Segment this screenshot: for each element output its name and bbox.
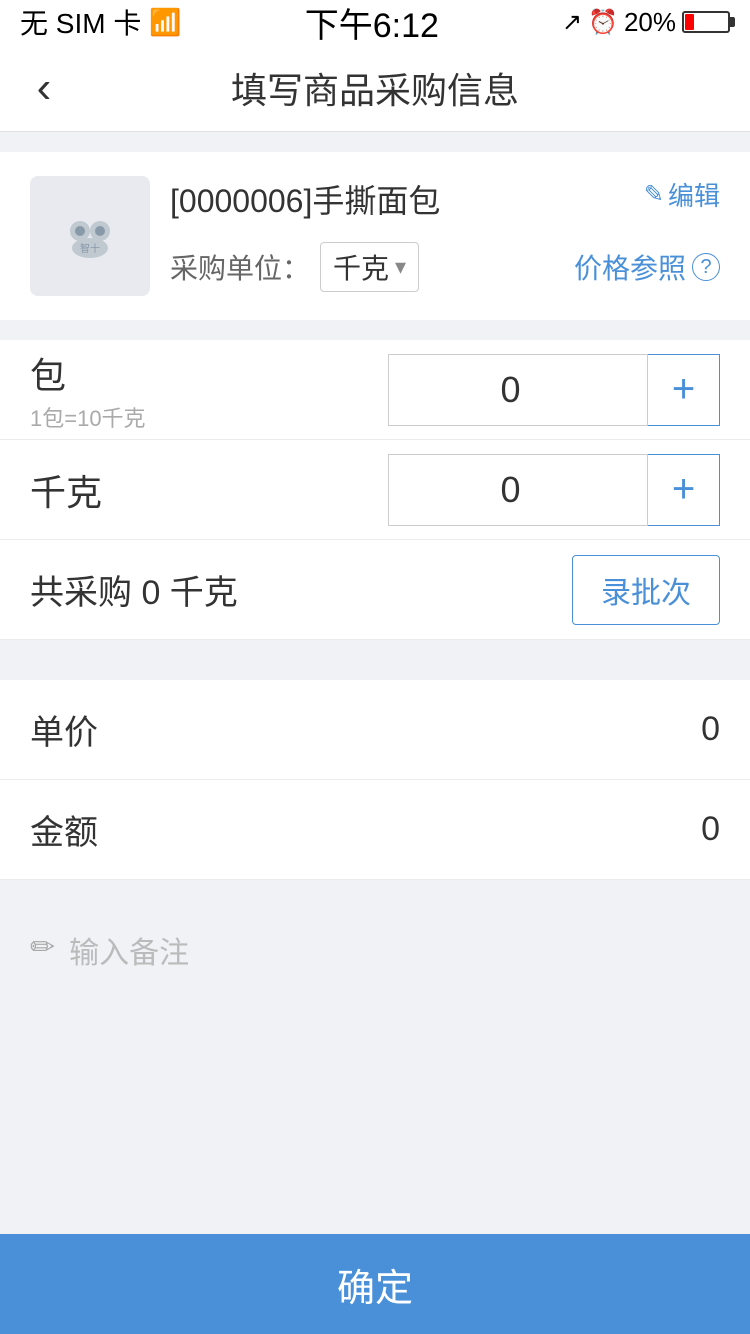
product-info: [0000006]手撕面包 ✎ 编辑 采购单位： 千克 ▾ 价格参照 ? [170, 176, 720, 292]
svg-text:智十: 智十 [80, 242, 100, 255]
product-name-row: [0000006]手撕面包 ✎ 编辑 [170, 176, 720, 222]
battery-percent: 20% [624, 7, 676, 38]
kg-input[interactable] [388, 454, 648, 526]
unit-label: 采购单位： [170, 247, 310, 287]
remark-placeholder: 输入备注 [69, 928, 189, 972]
amount-row: 金额 0 [0, 780, 750, 880]
product-card: 智十 [0000006]手撕面包 ✎ 编辑 采购单位： 千克 ▾ 价格参照 ? [0, 152, 750, 320]
unit-value: 千克 [333, 247, 389, 287]
batch-label: 录批次 [601, 577, 691, 610]
pack-plus-icon: + [672, 367, 695, 412]
status-right: ↗ ⏰ 20% [562, 7, 730, 38]
page-title: 填写商品采购信息 [231, 62, 519, 114]
pack-label-main: 包 [30, 347, 146, 399]
battery-icon [682, 11, 730, 33]
price-ref-button[interactable]: 价格参照 ? [574, 247, 720, 287]
summary-row: 共采购 0 千克 录批次 [0, 540, 750, 640]
kg-label: 千克 [30, 464, 130, 516]
status-left: 无 SIM 卡 📶 [20, 2, 182, 42]
product-name: [0000006]手撕面包 [170, 176, 440, 222]
back-icon: ‹ [37, 63, 52, 113]
location-icon: ↗ [562, 8, 582, 37]
pack-input-row: 包 1包=10千克 + [0, 340, 750, 440]
pencil-icon: ✏ [30, 930, 55, 965]
unit-price-value: 0 [701, 710, 720, 749]
divider-2 [0, 640, 750, 660]
kg-plus-icon: + [672, 467, 695, 512]
amount-value: 0 [701, 810, 720, 849]
pack-input-group: + [388, 354, 720, 426]
kg-input-group: + [388, 454, 720, 526]
kg-label-main: 千克 [30, 464, 130, 516]
kg-input-row: 千克 + [0, 440, 750, 540]
no-sim-label: 无 SIM 卡 [20, 2, 141, 42]
pack-label: 包 1包=10千克 [30, 347, 146, 433]
confirm-bar[interactable]: 确定 [0, 1234, 750, 1334]
status-bar: 无 SIM 卡 📶 下午6:12 ↗ ⏰ 20% [0, 0, 750, 44]
pack-label-sub: 1包=10千克 [30, 401, 146, 433]
price-section: 单价 0 金额 0 [0, 680, 750, 880]
edit-label: 编辑 [668, 176, 720, 213]
nav-bar: ‹ 填写商品采购信息 [0, 44, 750, 132]
pack-plus-button[interactable]: + [648, 354, 720, 426]
divider-1 [0, 320, 750, 340]
status-time: 下午6:12 [305, 0, 439, 47]
remark-section[interactable]: ✏ 输入备注 [0, 900, 750, 1000]
help-icon: ? [692, 253, 720, 281]
edit-icon: ✎ [644, 180, 664, 209]
kg-plus-button[interactable]: + [648, 454, 720, 526]
edit-button[interactable]: ✎ 编辑 [644, 176, 720, 213]
unit-row: 采购单位： 千克 ▾ 价格参照 ? [170, 242, 720, 292]
back-button[interactable]: ‹ [0, 44, 88, 132]
confirm-label: 确定 [337, 1257, 413, 1312]
summary-text: 共采购 0 千克 [30, 565, 238, 614]
alarm-icon: ⏰ [588, 8, 618, 37]
price-ref-label: 价格参照 [574, 247, 686, 287]
unit-price-row: 单价 0 [0, 680, 750, 780]
batch-button[interactable]: 录批次 [572, 555, 720, 625]
unit-select[interactable]: 千克 ▾ [320, 242, 419, 292]
wifi-icon: 📶 [149, 7, 181, 38]
product-thumbnail: 智十 [30, 176, 150, 296]
unit-dropdown-arrow: ▾ [395, 254, 406, 280]
unit-price-label: 单价 [30, 705, 98, 754]
pack-input[interactable] [388, 354, 648, 426]
amount-label: 金额 [30, 805, 98, 854]
input-section: 包 1包=10千克 + 千克 + 共采购 0 千克 录批次 [0, 340, 750, 640]
